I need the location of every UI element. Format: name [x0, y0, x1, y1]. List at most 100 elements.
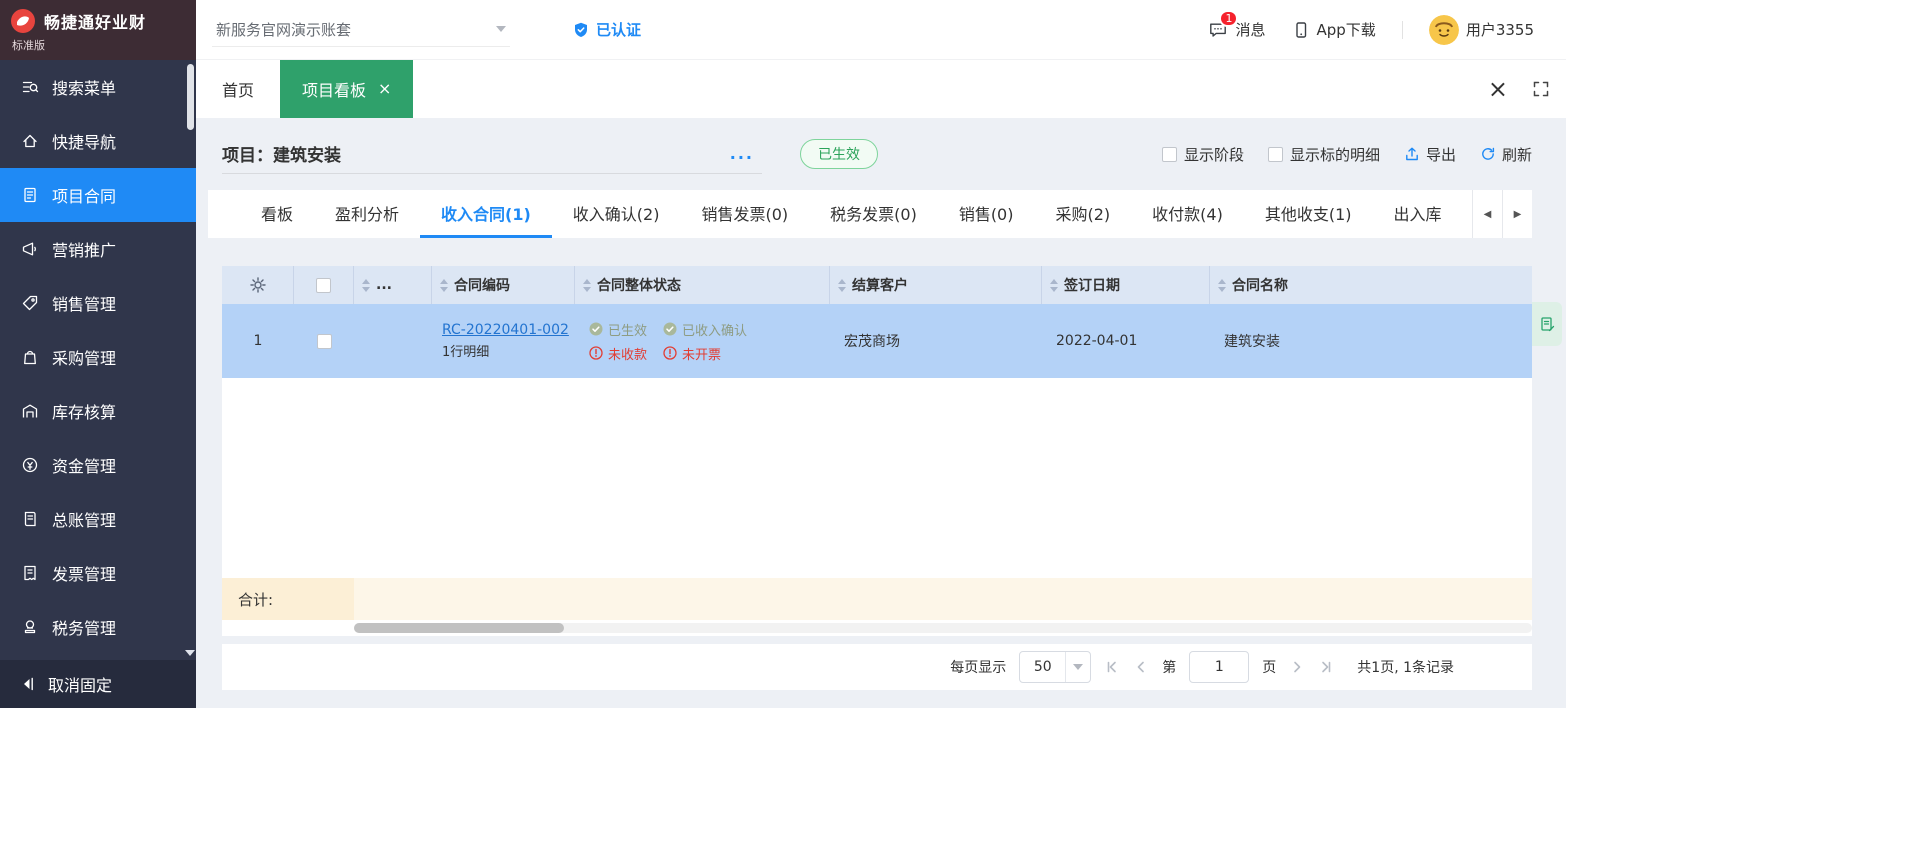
- megaphone-icon: [20, 239, 40, 259]
- refresh-button[interactable]: 刷新: [1480, 144, 1532, 165]
- sidebar-item-quick-nav[interactable]: 快捷导航: [0, 114, 196, 168]
- certified-badge[interactable]: 已认证: [572, 19, 641, 40]
- total-row: 合计:: [222, 578, 1532, 620]
- tab-label: 销售发票(0): [701, 204, 789, 224]
- sidebar-item-invoice[interactable]: 发票管理: [0, 546, 196, 600]
- contract-code-link[interactable]: RC-20220401-002: [442, 322, 569, 338]
- checkbox[interactable]: [1267, 146, 1283, 162]
- username-label: 用户3355: [1465, 21, 1534, 39]
- tab-home[interactable]: 首页: [196, 60, 280, 118]
- column-label: 合同名称: [1232, 278, 1288, 294]
- scroll-down-icon[interactable]: [185, 650, 195, 656]
- column-header-contract-code[interactable]: 合同编码: [432, 266, 575, 304]
- sidebar-item-marketing[interactable]: 营销推广: [0, 222, 196, 276]
- sidebar-item-sales[interactable]: 销售管理: [0, 276, 196, 330]
- sidebar-item-ledger[interactable]: 总账管理: [0, 492, 196, 546]
- tab-kanban[interactable]: 看板: [240, 190, 314, 238]
- prev-page-button[interactable]: [1133, 659, 1149, 675]
- sidebar-item-label: 税务管理: [52, 619, 117, 638]
- tab-income-contract[interactable]: 收入合同(1): [420, 190, 552, 238]
- detail-panel-handle[interactable]: [1532, 302, 1562, 346]
- pagination-bar: 每页显示 50 第 页 共1页, 1条记录: [222, 644, 1532, 690]
- tabs-scroll-left-button[interactable]: ◀: [1472, 190, 1502, 238]
- avatar: [1428, 14, 1459, 45]
- tabs-scroll-right-button[interactable]: ▶: [1502, 190, 1532, 238]
- project-name: 建筑安装: [273, 146, 341, 166]
- tab-sales[interactable]: 销售(0): [938, 190, 1035, 238]
- export-button[interactable]: 导出: [1404, 144, 1456, 165]
- close-icon[interactable]: ×: [1488, 77, 1508, 101]
- topbar: 新服务官网演示账套 已认证 1 消息 App下载 用户3355: [196, 0, 1566, 60]
- tab-sales-invoice[interactable]: 销售发票(0): [680, 190, 809, 238]
- page-number-input[interactable]: [1189, 651, 1250, 683]
- tab-label: 收付款(4): [1152, 204, 1223, 224]
- warning-circle-icon: [663, 346, 677, 360]
- more-button[interactable]: ...: [730, 144, 754, 163]
- column-header-customer[interactable]: 结算客户: [830, 266, 1042, 304]
- sidebar-item-label: 销售管理: [52, 295, 117, 314]
- tab-receipt-payment[interactable]: 收付款(4): [1131, 190, 1244, 238]
- customer-cell: 宏茂商场: [844, 334, 900, 350]
- per-page-label: 每页显示: [950, 660, 1007, 676]
- sidebar-scrollbar[interactable]: [184, 60, 196, 660]
- sidebar-item-purchase[interactable]: 采购管理: [0, 330, 196, 384]
- tab-in-out-stock[interactable]: 出入库: [1373, 190, 1442, 238]
- row-checkbox[interactable]: [316, 333, 332, 349]
- tab-other-income-expense[interactable]: 其他收支(1): [1244, 190, 1373, 238]
- column-label: 合同整体状态: [597, 278, 681, 294]
- user-menu[interactable]: 用户3355: [1428, 14, 1534, 45]
- tab-project-board[interactable]: 项目看板 ×: [280, 60, 414, 118]
- toggle-show-phase[interactable]: 显示阶段: [1161, 144, 1244, 165]
- export-icon: [1404, 146, 1420, 162]
- column-header-contract-status[interactable]: 合同整体状态: [575, 266, 830, 304]
- divider: [1401, 20, 1403, 39]
- app-download-button[interactable]: App下载: [1292, 19, 1376, 40]
- receipt-icon: [20, 563, 40, 583]
- tab-tax-invoice[interactable]: 税务发票(0): [809, 190, 938, 238]
- column-header-contract-name[interactable]: 合同名称: [1210, 266, 1532, 304]
- first-page-button[interactable]: [1104, 659, 1120, 675]
- per-page-select[interactable]: 50: [1019, 651, 1092, 683]
- contract-icon: [20, 185, 40, 205]
- unpin-button[interactable]: 取消固定: [0, 660, 196, 708]
- sidebar-scrollbar-thumb[interactable]: [187, 64, 194, 130]
- toggle-show-detail[interactable]: 显示标的明细: [1267, 144, 1380, 165]
- sidebar-item-inventory[interactable]: 库存核算: [0, 384, 196, 438]
- table-header: ... 合同编码 合同整体状态 结算客户 签订日期 合同名称: [222, 266, 1532, 304]
- sidebar-menu: 搜索菜单 快捷导航 项目合同 营销推广 销售管理 采购管理 库存核算 资金管理 …: [0, 60, 196, 660]
- check-circle-icon: [663, 322, 677, 336]
- tab-purchase[interactable]: 采购(2): [1034, 190, 1131, 238]
- column-label: 结算客户: [852, 278, 908, 294]
- contract-name-cell: 建筑安装: [1224, 334, 1280, 350]
- fullscreen-icon[interactable]: [1532, 80, 1550, 98]
- sidebar-item-search-menu[interactable]: 搜索菜单: [0, 60, 196, 114]
- document-edit-icon: [1539, 316, 1556, 333]
- chevron-down-icon: [1065, 652, 1090, 682]
- tab-income-confirm[interactable]: 收入确认(2): [552, 190, 681, 238]
- last-page-button[interactable]: [1318, 659, 1334, 675]
- total-label: 合计:: [222, 578, 354, 620]
- horizontal-scrollbar-thumb[interactable]: [354, 623, 564, 633]
- messages-badge: 1: [1219, 9, 1239, 27]
- topbar-actions: 1 消息 App下载 用户3355: [1208, 9, 1566, 45]
- column-header-sign-date[interactable]: 签订日期: [1042, 266, 1210, 304]
- window-tabbar: 首页 项目看板 × ×: [196, 60, 1566, 118]
- gear-icon[interactable]: [249, 277, 266, 293]
- next-page-button[interactable]: [1289, 659, 1305, 675]
- messages-button[interactable]: 1 消息: [1208, 9, 1266, 40]
- brand-edition: 标准版: [12, 39, 45, 52]
- sidebar-item-project-contract[interactable]: 项目合同: [0, 168, 196, 222]
- certified-label: 已认证: [596, 21, 642, 39]
- tab-profit-analysis[interactable]: 盈利分析: [314, 190, 420, 238]
- warehouse-icon: [20, 401, 40, 421]
- sidebar-item-tax[interactable]: 税务管理: [0, 600, 196, 654]
- column-header-dots[interactable]: ...: [354, 266, 432, 304]
- sidebar-item-funds[interactable]: 资金管理: [0, 438, 196, 492]
- account-select[interactable]: 新服务官网演示账套: [212, 13, 510, 47]
- horizontal-scrollbar[interactable]: [222, 620, 1532, 636]
- checkbox[interactable]: [1161, 146, 1177, 162]
- close-tab-icon[interactable]: ×: [378, 81, 391, 97]
- table-row[interactable]: 1 RC-20220401-002 1行明细 已生效 已收入确认 未收款 未开票…: [222, 304, 1532, 378]
- sort-icon: [838, 278, 846, 292]
- select-all-checkbox[interactable]: [316, 277, 331, 293]
